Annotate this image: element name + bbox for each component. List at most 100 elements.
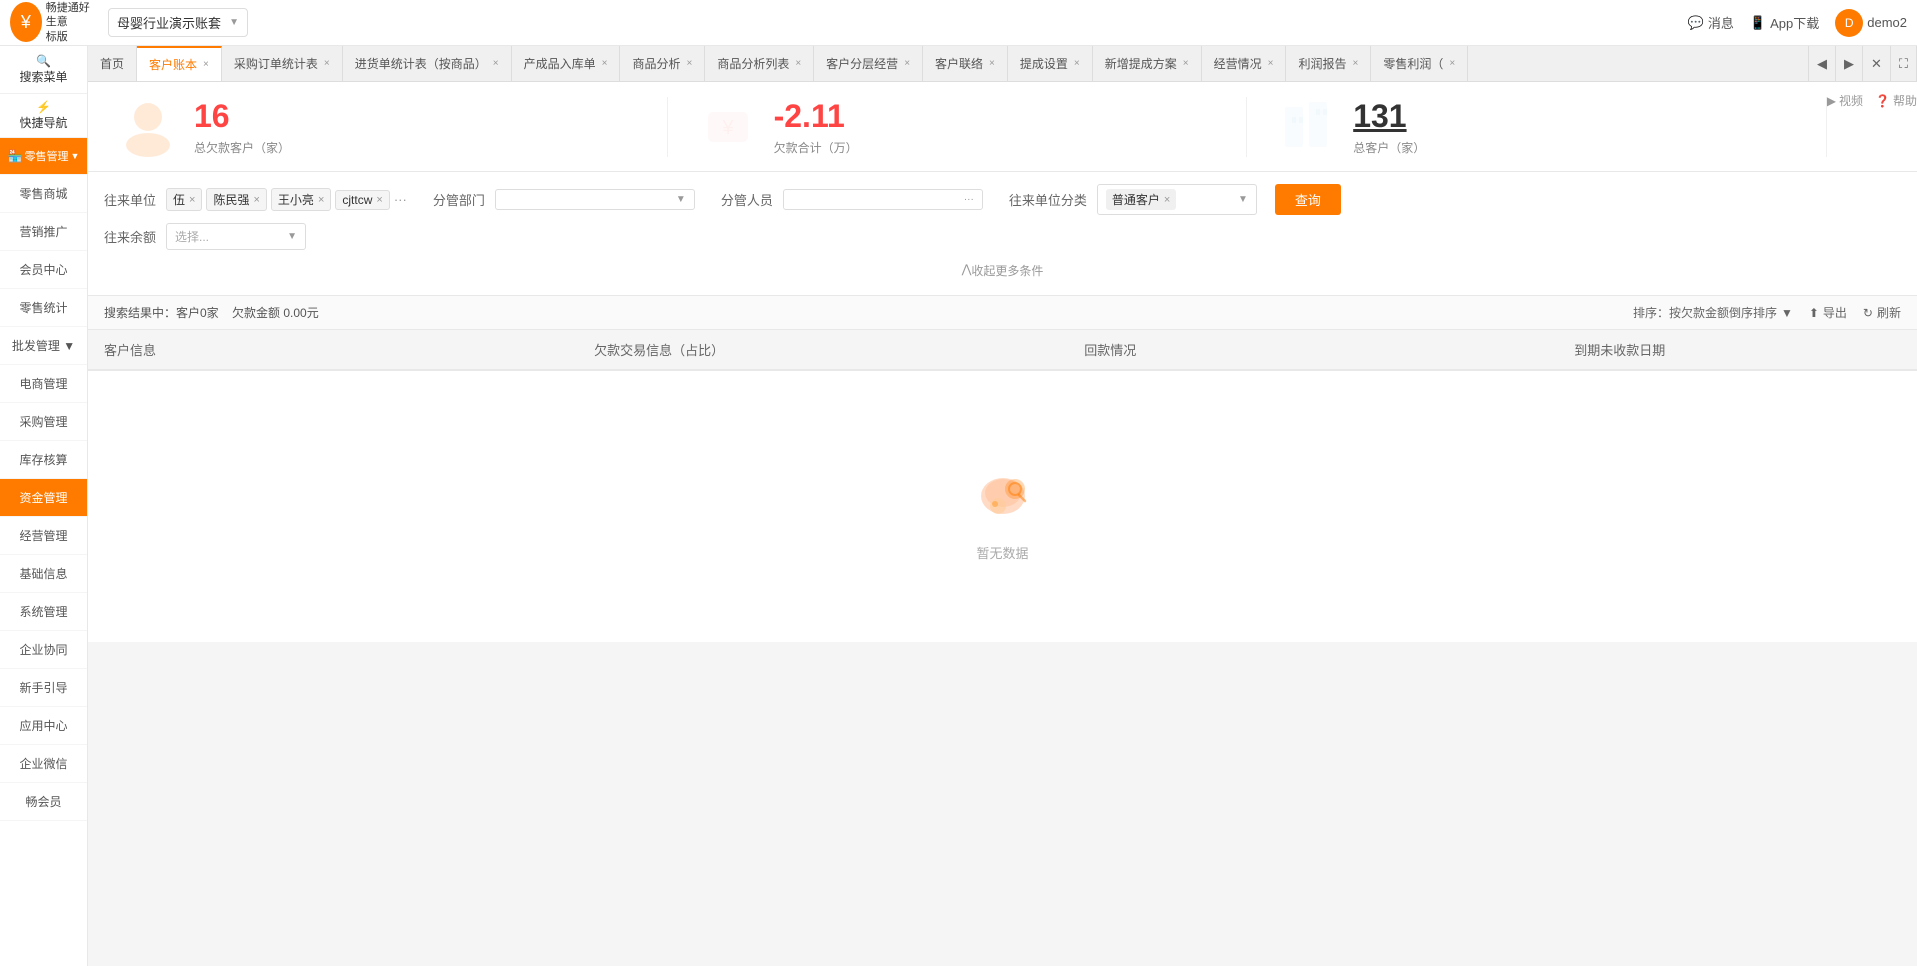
tab-close-icon[interactable]: × [324,58,330,69]
chevron-down-icon: ▼ [229,17,239,28]
remove-tag-cjttcw[interactable]: × [376,194,382,206]
logo-area: ¥ 畅捷通好生意 标版 [10,1,98,44]
tab-close-icon[interactable]: × [1449,58,1455,69]
remove-tag-chen[interactable]: × [253,194,259,206]
sidebar-item-member-pro[interactable]: 畅会员 [0,783,87,821]
sidebar-nav[interactable]: ⚡ 快捷导航 [0,94,87,138]
page-content: 16 总欠款客户（家） ¥ -2.11 欠 [88,82,1917,966]
sidebar-item-purchase-mgmt[interactable]: 采购管理 [0,403,87,441]
tab-close-icon[interactable]: × [686,58,692,69]
filter-row-1: 往来单位 伍 × 陈民强 × 王小亮 [104,184,1901,215]
sidebar-item-system-mgmt[interactable]: 系统管理 [0,593,87,631]
tab-close-icon[interactable]: × [602,58,608,69]
sidebar-item-label: 零售商城 [4,185,83,202]
tab-close-icon[interactable]: × [203,59,209,70]
sidebar-item-ecommerce-mgmt[interactable]: 电商管理 [0,365,87,403]
user-avatar-btn[interactable]: D demo2 [1835,9,1907,37]
tab-retail-profit[interactable]: 零售利润（ × [1371,46,1468,82]
sidebar-item-inventory[interactable]: 库存核算 [0,441,87,479]
sidebar-item-wholesale-mgmt[interactable]: 批发管理 ▼ [0,327,87,365]
tab-close-icon[interactable]: × [1074,58,1080,69]
sidebar-search[interactable]: 🔍 搜索菜单 [0,46,87,94]
tab-label: 产成品入库单 [524,55,596,72]
tab-new-achievement[interactable]: 新增提成方案 × [1093,46,1202,82]
dept-selector[interactable]: ▼ [495,189,695,210]
collapse-icon: ⋀ [962,262,972,279]
total-customers-label: 总客户（家） [1353,139,1425,156]
sidebar-item-enterprise-wechat[interactable]: 企业微信 [0,745,87,783]
tab-label: 新增提成方案 [1105,55,1177,72]
chevron-down-icon: ▼ [1238,194,1248,205]
tab-purchase-order-stats[interactable]: 采购订单统计表 × [222,46,343,82]
tab-customer-segment[interactable]: 客户分层经营 × [814,46,923,82]
sidebar-item-enterprise-collab[interactable]: 企业协同 [0,631,87,669]
tab-close-icon[interactable]: × [1268,58,1274,69]
refresh-btn[interactable]: ↻ 刷新 [1863,304,1901,321]
sidebar-item-retail-mgmt[interactable]: 🏪 零售管理 ▼ [0,138,87,175]
tab-accounts-receivable[interactable]: 客户账本 × [137,46,222,82]
search-button[interactable]: 查询 [1275,184,1341,215]
tab-close-icon[interactable]: × [904,58,910,69]
data-table: 客户信息 欠款交易信息（占比） 回款情况 到期未收款日期 [88,330,1917,642]
col-overdue-date: 到期未收款日期 [1574,340,1901,359]
filter-tag-wang: 王小亮 × [271,188,331,211]
remove-tag-wu[interactable]: × [189,194,195,206]
tab-close-icon[interactable]: × [795,58,801,69]
app-download-btn[interactable]: 📱 App下载 [1750,13,1819,32]
sidebar-item-retail-mall[interactable]: 零售商城 [0,175,87,213]
sidebar-item-retail-stats[interactable]: 零售统计 [0,289,87,327]
tab-production-inbound[interactable]: 产成品入库单 × [512,46,621,82]
sidebar-item-capital-mgmt[interactable]: 资金管理 [0,479,87,517]
filter-tag-cjttcw: cjttcw × [335,190,389,210]
sidebar-item-new-guide[interactable]: 新手引导 [0,669,87,707]
debt-amount-icon: ¥ [698,97,758,157]
tab-product-analysis-list[interactable]: 商品分析列表 × [705,46,814,82]
sidebar-item-label: 采购管理 [4,413,83,430]
tab-maximize-btn[interactable]: ⛶ [1891,46,1917,82]
stat-info: 131 总客户（家） [1353,97,1425,156]
empty-icon [963,451,1043,531]
stat-debt-amount: ¥ -2.11 欠款合计（万） [668,97,1248,157]
tab-close-icon[interactable]: × [493,58,499,69]
help-icon: ❓ [1875,94,1890,108]
tab-inbound-stats[interactable]: 进货单统计表（按商品） × [343,46,512,82]
sidebar-item-member-center[interactable]: 会员中心 [0,251,87,289]
company-selector[interactable]: 母婴行业演示账套 ▼ [108,8,248,37]
sidebar-item-basic-info[interactable]: 基础信息 [0,555,87,593]
sidebar-item-marketing[interactable]: 营销推广 [0,213,87,251]
filter-more-btn[interactable]: ··· [394,192,407,207]
message-btn[interactable]: 💬 消息 [1688,13,1734,32]
remove-category-tag[interactable]: × [1164,194,1170,206]
tab-profit-report[interactable]: 利润报告 × [1286,46,1371,82]
collapse-bar[interactable]: ⋀ 收起更多条件 [104,258,1901,283]
export-btn[interactable]: ⬆ 导出 [1809,304,1847,321]
tab-home[interactable]: 首页 [88,46,137,82]
tab-next-btn[interactable]: ▶ [1836,46,1863,82]
help-btn[interactable]: ❓ 帮助 [1875,92,1917,109]
tab-close-icon[interactable]: × [1183,58,1189,69]
tab-reminder-settings[interactable]: 提成设置 × [1008,46,1093,82]
tab-product-analysis[interactable]: 商品分析 × [620,46,705,82]
person-selector[interactable]: ··· [783,189,983,210]
remove-tag-wang[interactable]: × [318,194,324,206]
sidebar-item-app-center[interactable]: 应用中心 [0,707,87,745]
empty-state: 暂无数据 [88,371,1917,642]
balance-selector[interactable]: 选择... ▼ [166,223,306,250]
sort-selector[interactable]: 排序：按欠款金额倒序排序 ▼ [1633,304,1793,321]
stat-info: -2.11 欠款合计（万） [774,97,858,156]
sidebar-item-label: 系统管理 [4,603,83,620]
tab-prev-btn[interactable]: ◀ [1809,46,1836,82]
category-selector[interactable]: 普通客户 × ▼ [1097,184,1257,215]
tab-close-icon[interactable]: × [1352,58,1358,69]
result-text: 搜索结果中：客户0家 欠款金额 0.00元 [104,304,319,321]
total-customers-icon [1277,97,1337,157]
video-btn[interactable]: ▶ 视频 [1827,92,1863,109]
tab-customer-contact[interactable]: 客户联络 × [923,46,1008,82]
debt-amount-label: 欠款合计（万） [774,139,858,156]
tab-label: 利润报告 [1298,55,1346,72]
tab-operation-status[interactable]: 经营情况 × [1202,46,1287,82]
sidebar-item-operations-mgmt[interactable]: 经营管理 [0,517,87,555]
tab-close-icon[interactable]: × [989,58,995,69]
tab-label: 商品分析 [632,55,680,72]
tab-close-all-btn[interactable]: ✕ [1863,46,1891,82]
